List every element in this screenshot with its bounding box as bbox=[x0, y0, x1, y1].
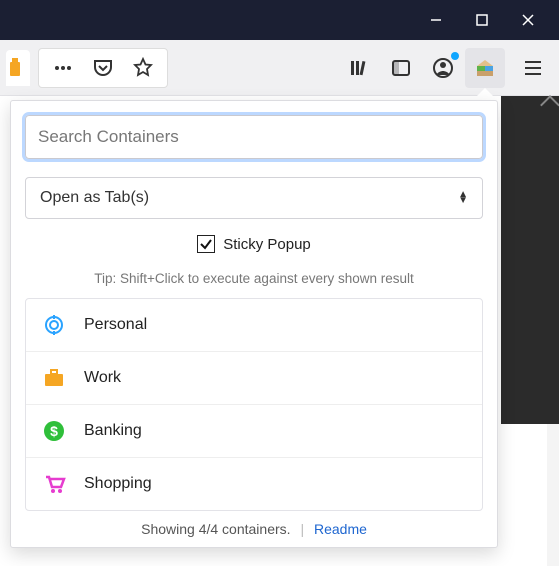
sidebar-button[interactable] bbox=[381, 48, 421, 88]
container-label: Personal bbox=[84, 316, 147, 334]
close-icon bbox=[521, 13, 535, 27]
list-item[interactable]: Personal bbox=[26, 299, 482, 351]
popup-footer: Showing 4/4 containers. | Readme bbox=[25, 521, 483, 537]
container-label: Shopping bbox=[84, 475, 152, 493]
sticky-checkbox[interactable] bbox=[197, 235, 215, 253]
containers-list: Personal Work $ Banking Shopping bbox=[25, 298, 483, 511]
fingerprint-icon bbox=[42, 313, 66, 337]
account-button[interactable] bbox=[423, 48, 463, 88]
star-icon bbox=[132, 57, 154, 79]
account-icon bbox=[432, 57, 454, 79]
containers-popup: Open as Tab(s) ▲▼ Sticky Popup Tip: Shif… bbox=[10, 100, 498, 548]
sticky-label: Sticky Popup bbox=[223, 236, 311, 253]
notification-dot-icon bbox=[451, 52, 459, 60]
list-item[interactable]: Work bbox=[26, 351, 482, 404]
readme-link[interactable]: Readme bbox=[314, 521, 367, 537]
app-menu-button[interactable] bbox=[513, 48, 553, 88]
minimize-icon bbox=[429, 13, 443, 27]
containers-extension-icon bbox=[473, 56, 497, 80]
library-button[interactable] bbox=[339, 48, 379, 88]
window-close-button[interactable] bbox=[505, 0, 551, 40]
page-content: Open as Tab(s) ▲▼ Sticky Popup Tip: Shif… bbox=[0, 96, 559, 566]
container-label: Banking bbox=[84, 422, 142, 440]
open-mode-select[interactable]: Open as Tab(s) ▲▼ bbox=[25, 177, 483, 219]
list-item[interactable]: $ Banking bbox=[26, 404, 482, 457]
browser-toolbar bbox=[0, 40, 559, 96]
window-minimize-button[interactable] bbox=[413, 0, 459, 40]
footer-status: Showing 4/4 containers. bbox=[141, 521, 290, 537]
containers-extension-button[interactable] bbox=[465, 48, 505, 88]
pocket-button[interactable] bbox=[83, 48, 123, 88]
sticky-popup-option[interactable]: Sticky Popup bbox=[25, 235, 483, 253]
svg-text:$: $ bbox=[50, 423, 58, 439]
briefcase-icon bbox=[42, 366, 66, 390]
page-actions bbox=[38, 48, 168, 88]
search-input[interactable] bbox=[25, 115, 483, 159]
library-icon bbox=[348, 57, 370, 79]
check-icon bbox=[199, 237, 213, 251]
pocket-icon bbox=[92, 57, 114, 79]
container-tab-icon bbox=[8, 58, 24, 78]
list-item[interactable]: Shopping bbox=[26, 457, 482, 510]
hamburger-icon bbox=[523, 58, 543, 78]
maximize-icon bbox=[475, 13, 489, 27]
container-label: Work bbox=[84, 369, 121, 387]
window-titlebar bbox=[0, 0, 559, 40]
tip-text: Tip: Shift+Click to execute against ever… bbox=[25, 271, 483, 286]
footer-separator: | bbox=[300, 521, 304, 537]
toolbar-right bbox=[339, 48, 553, 88]
dollar-icon: $ bbox=[42, 419, 66, 443]
window-maximize-button[interactable] bbox=[459, 0, 505, 40]
background-page-strip bbox=[501, 96, 559, 424]
more-horizontal-icon bbox=[52, 57, 74, 79]
page-actions-more-button[interactable] bbox=[43, 48, 83, 88]
open-mode-label: Open as Tab(s) bbox=[40, 189, 149, 207]
select-arrows-icon: ▲▼ bbox=[458, 192, 468, 204]
sidebar-icon bbox=[390, 57, 412, 79]
cart-icon bbox=[42, 472, 66, 496]
bookmark-button[interactable] bbox=[123, 48, 163, 88]
active-tab[interactable] bbox=[6, 50, 30, 86]
